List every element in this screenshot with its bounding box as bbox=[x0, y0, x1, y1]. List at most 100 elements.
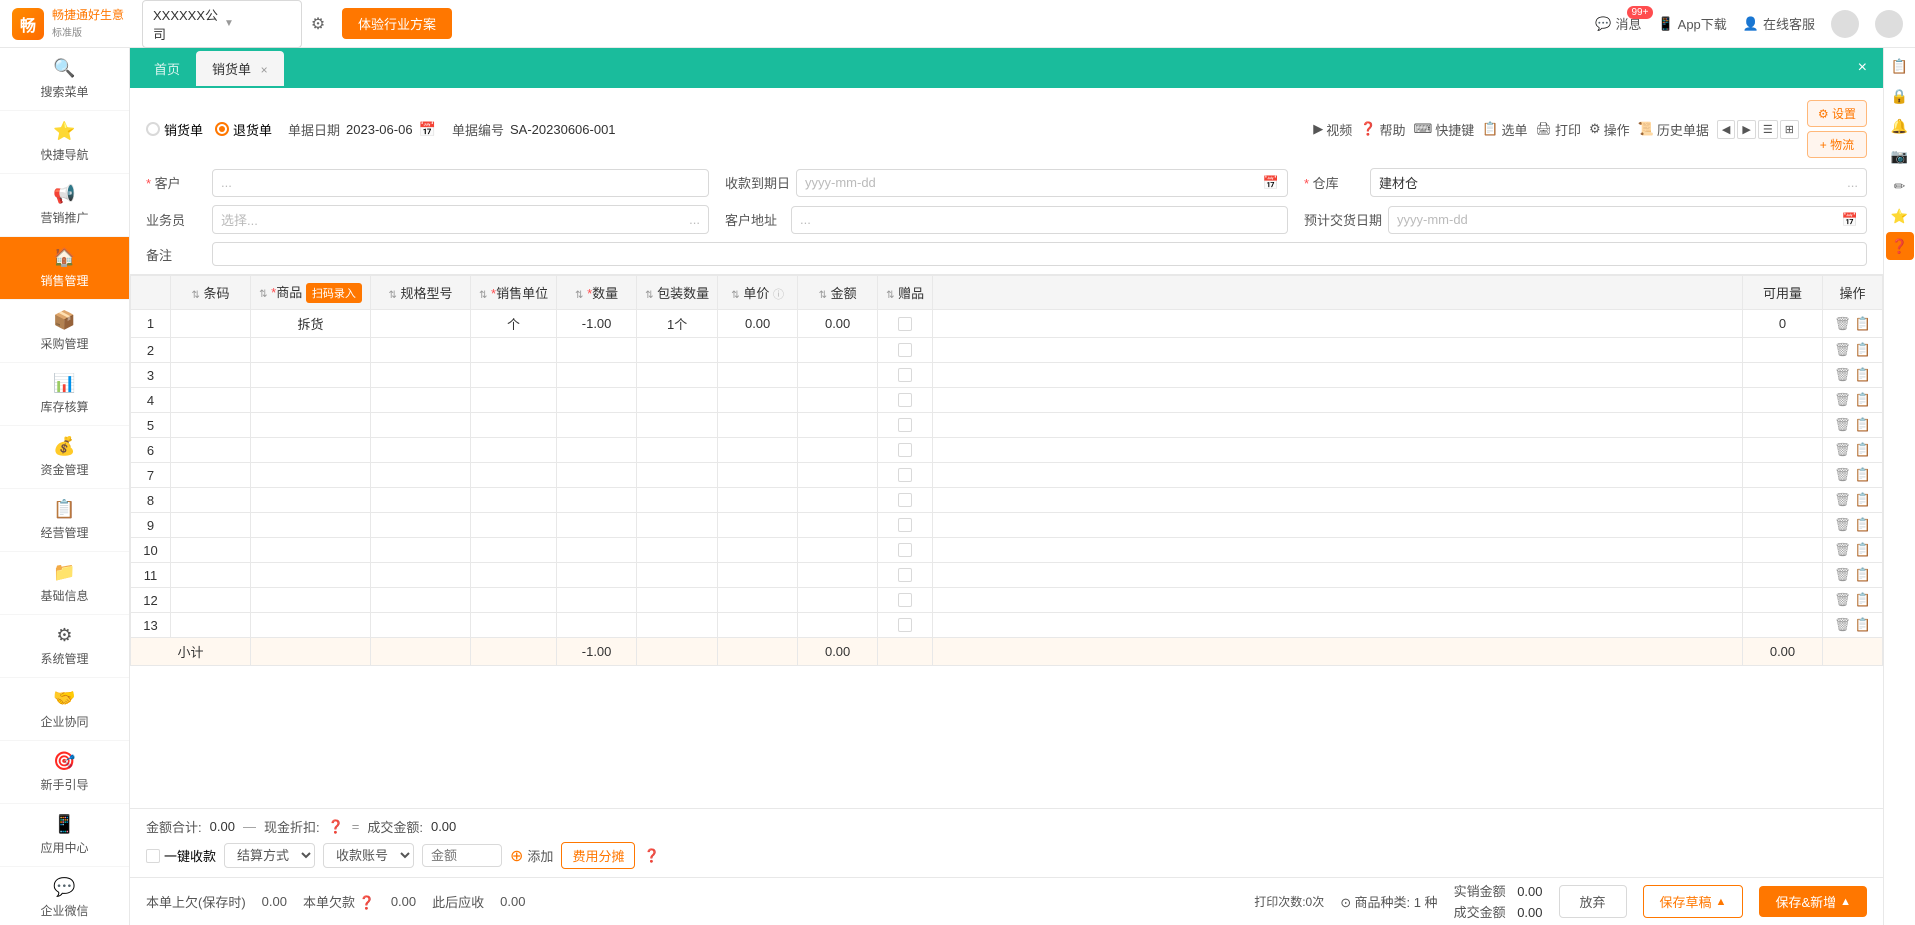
salesperson-input[interactable]: 选择... ... bbox=[212, 205, 709, 234]
delete-row-button[interactable]: 🗑 bbox=[1834, 492, 1851, 508]
th-gift[interactable]: ⇅ 赠品 bbox=[878, 276, 933, 310]
gift-checkbox[interactable] bbox=[898, 493, 912, 507]
sort-icon-barcode[interactable]: ⇅ bbox=[191, 290, 199, 301]
gift-checkbox[interactable] bbox=[898, 343, 912, 357]
sidebar-item-enterprise[interactable]: 🤝 企业协同 bbox=[0, 678, 129, 741]
gift-checkbox[interactable] bbox=[898, 518, 912, 532]
sidebar-item-app-center[interactable]: 📱 应用中心 bbox=[0, 804, 129, 867]
account-select[interactable]: 收款账号 bbox=[323, 843, 414, 868]
right-sidebar-item-3[interactable]: 🔔 bbox=[1886, 112, 1914, 140]
message-button[interactable]: 💬 消息 99+ bbox=[1595, 14, 1641, 33]
balance-info-icon[interactable]: ❓ bbox=[359, 895, 375, 910]
sort-icon-product[interactable]: ⇅ bbox=[259, 289, 267, 300]
radio-return-order[interactable]: 退货单 bbox=[215, 120, 272, 139]
gift-checkbox[interactable] bbox=[898, 618, 912, 632]
sort-icon-unit[interactable]: ⇅ bbox=[479, 290, 487, 301]
remarks-input[interactable] bbox=[212, 242, 1867, 266]
tab-sales-order[interactable]: 销货单 × bbox=[196, 51, 284, 86]
row-amount[interactable]: 0.00 bbox=[798, 310, 878, 338]
gift-checkbox[interactable] bbox=[898, 418, 912, 432]
copy-row-button[interactable]: 📋 bbox=[1855, 517, 1871, 533]
copy-row-button[interactable]: 📋 bbox=[1855, 367, 1871, 383]
calendar-icon[interactable]: 📅 bbox=[419, 121, 436, 138]
right-sidebar-item-5[interactable]: ✏ bbox=[1886, 172, 1914, 200]
delete-row-button[interactable]: 🗑 bbox=[1834, 467, 1851, 483]
copy-row-button[interactable]: 📋 bbox=[1855, 542, 1871, 558]
th-amount[interactable]: ⇅ 金额 bbox=[798, 276, 878, 310]
video-action[interactable]: ▶ 视频 bbox=[1313, 120, 1352, 139]
delete-row-button[interactable]: 🗑 bbox=[1834, 367, 1851, 383]
right-sidebar-item-6[interactable]: ⭐ bbox=[1886, 202, 1914, 230]
delete-row-button[interactable]: 🗑 bbox=[1834, 517, 1851, 533]
customer-input[interactable]: ... bbox=[212, 169, 709, 197]
shortcut-action[interactable]: ⌨ 快捷键 bbox=[1413, 120, 1474, 139]
right-sidebar-item-1[interactable]: 📋 bbox=[1886, 52, 1914, 80]
right-sidebar-item-4[interactable]: 📷 bbox=[1886, 142, 1914, 170]
history-action[interactable]: 📜 历史单据 bbox=[1638, 120, 1709, 139]
delete-row-button[interactable]: 🗑 bbox=[1834, 392, 1851, 408]
right-sidebar-item-2[interactable]: 🔒 bbox=[1886, 82, 1914, 110]
copy-row-button[interactable]: 📋 bbox=[1855, 392, 1871, 408]
avatar[interactable] bbox=[1831, 10, 1859, 38]
gift-checkbox[interactable] bbox=[898, 393, 912, 407]
form-settings-button[interactable]: ⚙ 设置 bbox=[1807, 100, 1867, 127]
warehouse-input[interactable]: 建材仓 ... bbox=[1370, 168, 1867, 197]
calc-method-select[interactable]: 结算方式 bbox=[224, 843, 315, 868]
delete-row-button[interactable]: 🗑 bbox=[1834, 316, 1851, 332]
copy-row-button[interactable]: 📋 bbox=[1855, 567, 1871, 583]
tab-bar-close-icon[interactable]: × bbox=[1858, 59, 1867, 77]
th-unit[interactable]: ⇅ *销售单位 bbox=[471, 276, 557, 310]
delete-row-button[interactable]: 🗑 bbox=[1834, 417, 1851, 433]
add-circle-icon[interactable]: ⊕ bbox=[510, 846, 523, 866]
delete-row-button[interactable]: 🗑 bbox=[1834, 342, 1851, 358]
sidebar-item-operations[interactable]: 📋 经营管理 bbox=[0, 489, 129, 552]
amount-input[interactable] bbox=[422, 844, 502, 867]
th-barcode[interactable]: ⇅ 条码 bbox=[171, 276, 251, 310]
discount-info-icon[interactable]: ❓ bbox=[328, 819, 344, 835]
th-price[interactable]: ⇅ 单价 ⓘ bbox=[718, 276, 798, 310]
gift-checkbox[interactable] bbox=[898, 443, 912, 457]
copy-row-button[interactable]: 📋 bbox=[1855, 492, 1871, 508]
copy-row-button[interactable]: 📋 bbox=[1855, 417, 1871, 433]
row-price[interactable]: 0.00 bbox=[718, 310, 798, 338]
save-new-button[interactable]: 保存&新增 ▲ bbox=[1759, 886, 1867, 917]
operate-action[interactable]: ⚙ 操作 bbox=[1589, 120, 1630, 139]
sidebar-item-purchase[interactable]: 📦 采购管理 bbox=[0, 300, 129, 363]
delete-row-button[interactable]: 🗑 bbox=[1834, 592, 1851, 608]
sidebar-item-marketing[interactable]: 📢 营销推广 bbox=[0, 174, 129, 237]
th-spec[interactable]: ⇅ 规格型号 bbox=[371, 276, 471, 310]
copy-row-button[interactable]: 📋 bbox=[1855, 592, 1871, 608]
gift-checkbox[interactable] bbox=[898, 468, 912, 482]
gift-checkbox[interactable] bbox=[898, 543, 912, 557]
select-order-action[interactable]: 📋 选单 bbox=[1482, 120, 1527, 139]
radio-sales-order[interactable]: 销货单 bbox=[146, 120, 203, 139]
customer-addr-input[interactable]: ... bbox=[791, 206, 1288, 234]
avatar2[interactable] bbox=[1875, 10, 1903, 38]
sidebar-item-beginner[interactable]: 🎯 新手引导 bbox=[0, 741, 129, 804]
trial-button[interactable]: 体验行业方案 bbox=[342, 8, 452, 39]
company-selector[interactable]: XXXXXX公司 ▼ bbox=[142, 0, 302, 48]
gift-checkbox[interactable] bbox=[898, 317, 912, 331]
delete-row-button[interactable]: 🗑 bbox=[1834, 617, 1851, 633]
expense-split-button[interactable]: 费用分摊 bbox=[561, 842, 635, 869]
sort-icon-pkg[interactable]: ⇅ bbox=[645, 290, 653, 301]
row-qty[interactable]: -1.00 bbox=[557, 310, 637, 338]
copy-row-button[interactable]: 📋 bbox=[1855, 467, 1871, 483]
grid-view-button[interactable]: ⊞ bbox=[1780, 120, 1799, 139]
payment-checkbox[interactable] bbox=[146, 849, 160, 863]
row-unit[interactable]: 个 bbox=[471, 310, 557, 338]
copy-row-button[interactable]: 📋 bbox=[1855, 316, 1871, 332]
sidebar-item-inventory[interactable]: 📊 库存核算 bbox=[0, 363, 129, 426]
sidebar-item-basic-info[interactable]: 📁 基础信息 bbox=[0, 552, 129, 615]
delete-row-button[interactable]: 🗑 bbox=[1834, 567, 1851, 583]
th-pkg[interactable]: ⇅ 包装数量 bbox=[637, 276, 718, 310]
sidebar-item-quick-nav[interactable]: ⭐ 快捷导航 bbox=[0, 111, 129, 174]
row-barcode[interactable] bbox=[171, 310, 251, 338]
expected-date-input[interactable]: yyyy-mm-dd 📅 bbox=[1388, 206, 1867, 234]
sidebar-item-system[interactable]: ⚙ 系统管理 bbox=[0, 615, 129, 678]
sort-icon-gift[interactable]: ⇅ bbox=[886, 290, 894, 301]
next-button[interactable]: ▶ bbox=[1737, 120, 1755, 139]
sort-icon-price[interactable]: ⇅ bbox=[731, 290, 739, 301]
sort-icon-qty[interactable]: ⇅ bbox=[575, 290, 583, 301]
delete-row-button[interactable]: 🗑 bbox=[1834, 442, 1851, 458]
